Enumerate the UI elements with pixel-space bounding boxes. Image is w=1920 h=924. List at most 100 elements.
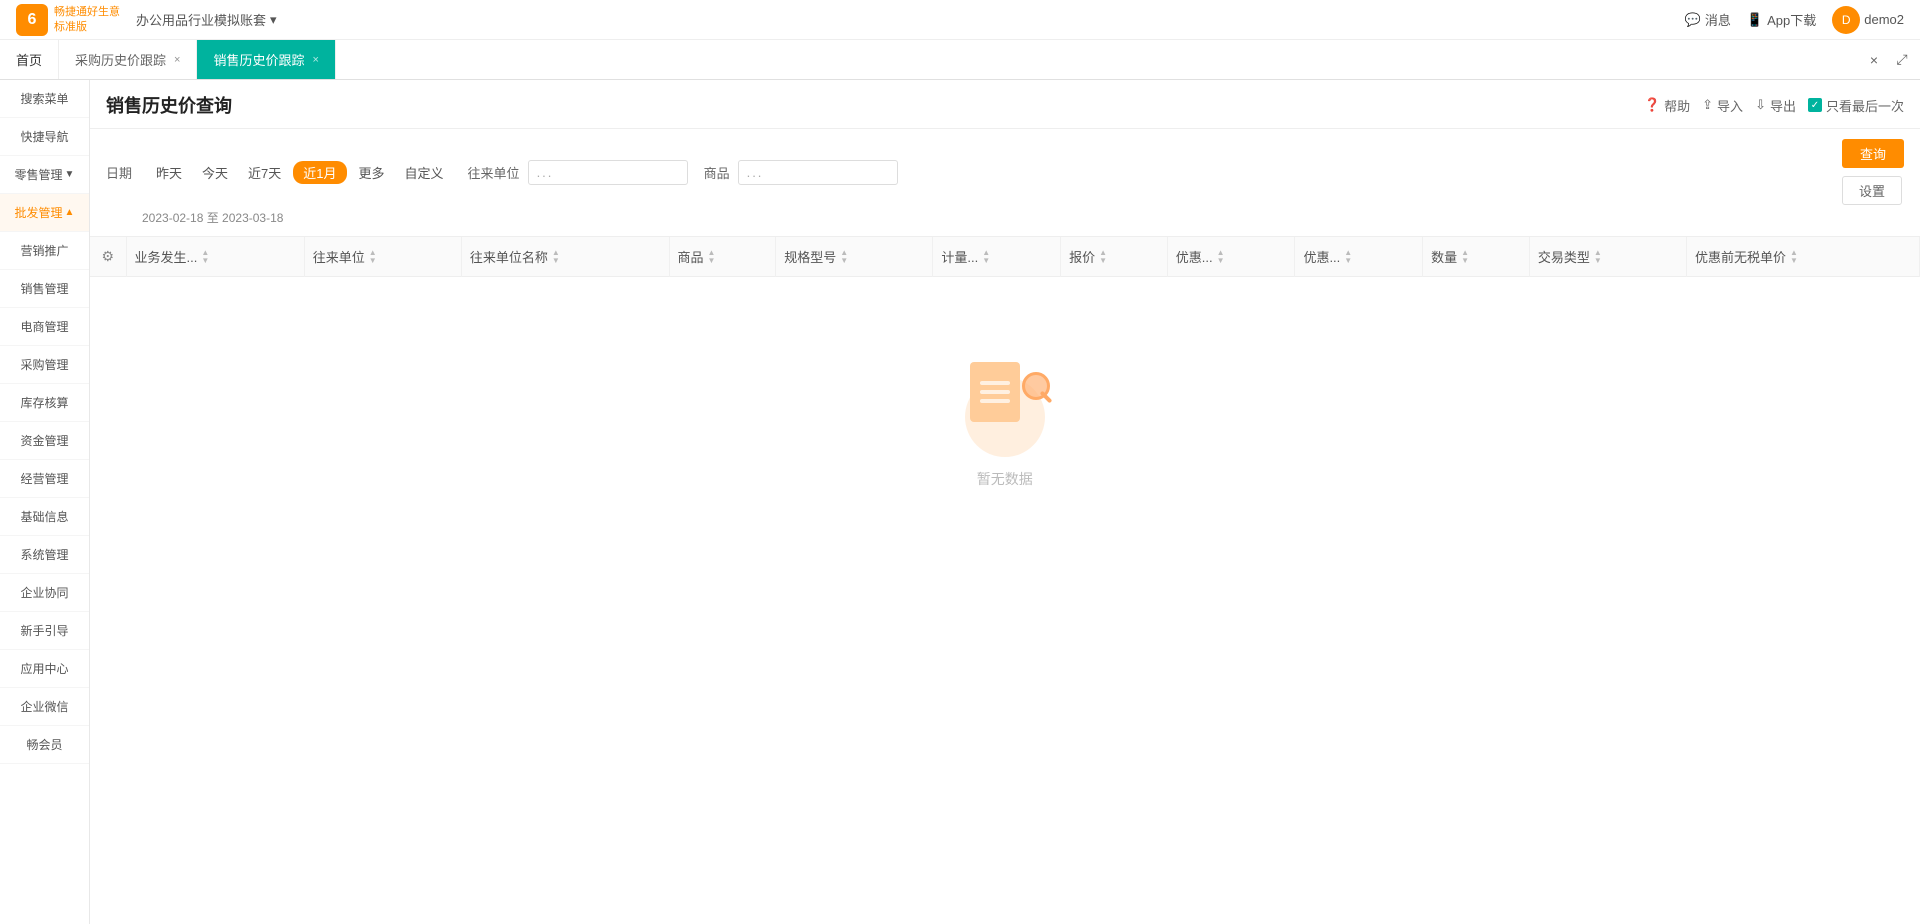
sidebar-item-wholesale[interactable]: 批发管理 ▲ xyxy=(0,194,89,232)
sidebar-item-finance[interactable]: 资金管理 xyxy=(0,422,89,460)
close-tab-purchase-icon[interactable]: × xyxy=(174,54,180,66)
col-spec[interactable]: 规格型号 ▲▼ xyxy=(776,237,933,277)
data-table: ⚙ 业务发生... ▲▼ 往来单位 ▲▼ xyxy=(90,237,1920,569)
empty-line-1 xyxy=(980,381,1010,385)
page-header: 销售历史价查询 ❓ 帮助 ⇪ 导入 ⇩ 导出 ✓ 只看最后一次 xyxy=(90,80,1920,129)
settings-icon[interactable]: ⚙ xyxy=(101,248,114,264)
only-last-checkbox-label[interactable]: ✓ 只看最后一次 xyxy=(1808,96,1904,115)
sidebar-item-wechat[interactable]: 企业微信 xyxy=(0,688,89,726)
sidebar-item-ecommerce[interactable]: 电商管理 xyxy=(0,308,89,346)
date-option-more[interactable]: 更多 xyxy=(351,161,393,184)
col-quantity[interactable]: 数量 ▲▼ xyxy=(1423,237,1530,277)
sort-icon-goods: ▲▼ xyxy=(708,249,716,265)
tab-spacer xyxy=(336,40,1856,79)
app-icon: 📱 xyxy=(1747,12,1763,28)
settings-col-header[interactable]: ⚙ xyxy=(90,237,126,277)
import-button[interactable]: ⇪ 导入 xyxy=(1702,96,1743,115)
partner-input[interactable]: ... xyxy=(528,160,688,185)
col-quoted-price[interactable]: 报价 ▲▼ xyxy=(1061,237,1168,277)
sort-icon-quoted-price: ▲▼ xyxy=(1099,249,1107,265)
sidebar: 搜索菜单 快捷导航 零售管理 ▼ 批发管理 ▲ 营销推广 销售管理 电商管理 采… xyxy=(0,80,90,924)
date-option-today[interactable]: 今天 xyxy=(194,161,236,184)
table-body: 暂无数据 xyxy=(90,277,1920,570)
col-trade-type[interactable]: 交易类型 ▲▼ xyxy=(1529,237,1686,277)
filter-row: 日期 昨天 今天 近7天 近1月 更多 自定义 往来单位 ... 商品 xyxy=(106,139,1904,205)
setting-button[interactable]: 设置 xyxy=(1842,176,1902,205)
sidebar-item-sales-mgmt[interactable]: 销售管理 xyxy=(0,270,89,308)
tabbar: 首页 采购历史价跟踪 × 销售历史价跟踪 × × ⤢ xyxy=(0,40,1920,80)
sidebar-item-retail[interactable]: 零售管理 ▼ xyxy=(0,156,89,194)
sort-icon-biz-date: ▲▼ xyxy=(201,249,209,265)
col-biz-date[interactable]: 业务发生... ▲▼ xyxy=(126,237,304,277)
sidebar-item-quick-nav[interactable]: 快捷导航 xyxy=(0,118,89,156)
sort-icon-discount2: ▲▼ xyxy=(1344,249,1352,265)
sidebar-item-app-center[interactable]: 应用中心 xyxy=(0,650,89,688)
topbar-right: 💬 消息 📱 App下载 D demo2 xyxy=(1685,6,1904,34)
col-partner-code[interactable]: 往来单位 ▲▼ xyxy=(304,237,461,277)
logo-icon: 6 xyxy=(16,4,48,36)
sidebar-item-search[interactable]: 搜索菜单 xyxy=(0,80,89,118)
table-head: ⚙ 业务发生... ▲▼ 往来单位 ▲▼ xyxy=(90,237,1920,277)
checkbox-only-last[interactable]: ✓ xyxy=(1808,98,1822,112)
sidebar-item-enterprise[interactable]: 企业协同 xyxy=(0,574,89,612)
sort-icon-partner-name: ▲▼ xyxy=(552,249,560,265)
chevron-down-icon: ▼ xyxy=(65,169,75,180)
goods-label: 商品 xyxy=(704,163,730,182)
tab-home[interactable]: 首页 xyxy=(0,40,59,79)
main-layout: 搜索菜单 快捷导航 零售管理 ▼ 批发管理 ▲ 营销推广 销售管理 电商管理 采… xyxy=(0,80,1920,924)
chevron-up-icon: ▲ xyxy=(65,207,75,218)
tab-purchase-history[interactable]: 采购历史价跟踪 × xyxy=(59,40,197,79)
empty-state: 暂无数据 xyxy=(90,277,1920,569)
sidebar-item-inventory[interactable]: 库存核算 xyxy=(0,384,89,422)
col-unit[interactable]: 计量... ▲▼ xyxy=(933,237,1061,277)
logo-text: 畅捷通好生意 标准版 xyxy=(54,5,120,34)
date-option-custom[interactable]: 自定义 xyxy=(397,161,452,184)
col-discount1[interactable]: 优惠... ▲▼ xyxy=(1167,237,1295,277)
sort-icon-pretax-price: ▲▼ xyxy=(1790,249,1798,265)
topbar-left: 6 畅捷通好生意 标准版 办公用品行业模拟账套 ▾ xyxy=(16,4,285,36)
sidebar-item-basic-info[interactable]: 基础信息 xyxy=(0,498,89,536)
empty-line-2 xyxy=(980,390,1010,394)
goods-input-dots: ... xyxy=(747,165,764,180)
date-option-last1m[interactable]: 近1月 xyxy=(293,161,346,184)
content: 销售历史价查询 ❓ 帮助 ⇪ 导入 ⇩ 导出 ✓ 只看最后一次 xyxy=(90,80,1920,924)
tab-sales-history[interactable]: 销售历史价跟踪 × xyxy=(197,40,335,79)
sidebar-item-purchase-mgmt[interactable]: 采购管理 xyxy=(0,346,89,384)
query-button[interactable]: 查询 xyxy=(1842,139,1904,168)
date-range-display: 2023-02-18 至 2023-03-18 xyxy=(138,209,1904,226)
col-discount2[interactable]: 优惠... ▲▼ xyxy=(1295,237,1423,277)
empty-lines xyxy=(980,381,1010,403)
empty-doc xyxy=(970,362,1020,422)
sidebar-item-member[interactable]: 畅会员 xyxy=(0,726,89,764)
close-tab-sales-icon[interactable]: × xyxy=(312,54,318,66)
app-download-button[interactable]: 📱 App下载 xyxy=(1747,10,1816,29)
maximize-window-button[interactable]: ⤢ xyxy=(1892,50,1912,70)
col-pretax-price[interactable]: 优惠前无税单价 ▲▼ xyxy=(1686,237,1919,277)
help-icon: ❓ xyxy=(1644,97,1660,113)
sidebar-item-guide[interactable]: 新手引导 xyxy=(0,612,89,650)
col-goods[interactable]: 商品 ▲▼ xyxy=(669,237,776,277)
close-window-button[interactable]: × xyxy=(1864,50,1884,70)
help-button[interactable]: ❓ 帮助 xyxy=(1644,96,1690,115)
empty-cell: 暂无数据 xyxy=(90,277,1920,570)
sidebar-item-marketing[interactable]: 营销推广 xyxy=(0,232,89,270)
date-option-yesterday[interactable]: 昨天 xyxy=(148,161,190,184)
table-header-row: ⚙ 业务发生... ▲▼ 往来单位 ▲▼ xyxy=(90,237,1920,277)
date-option-last7[interactable]: 近7天 xyxy=(240,161,289,184)
user-menu[interactable]: D demo2 xyxy=(1832,6,1904,34)
message-button[interactable]: 💬 消息 xyxy=(1685,10,1731,29)
col-partner-name[interactable]: 往来单位名称 ▲▼ xyxy=(461,237,669,277)
goods-input[interactable]: ... xyxy=(738,160,898,185)
empty-icon xyxy=(955,357,1055,457)
workspace-selector[interactable]: 办公用品行业模拟账套 ▾ xyxy=(128,6,285,33)
sidebar-item-operation[interactable]: 经营管理 xyxy=(0,460,89,498)
sort-icon-trade-type: ▲▼ xyxy=(1594,249,1602,265)
table-container: ⚙ 业务发生... ▲▼ 往来单位 ▲▼ xyxy=(90,237,1920,924)
export-button[interactable]: ⇩ 导出 xyxy=(1755,96,1796,115)
partner-input-dots: ... xyxy=(537,165,554,180)
sort-icon-partner-code: ▲▼ xyxy=(369,249,377,265)
sort-icon-quantity: ▲▼ xyxy=(1461,249,1469,265)
date-options: 昨天 今天 近7天 近1月 更多 自定义 xyxy=(148,161,452,184)
message-icon: 💬 xyxy=(1685,12,1701,28)
sidebar-item-system[interactable]: 系统管理 xyxy=(0,536,89,574)
